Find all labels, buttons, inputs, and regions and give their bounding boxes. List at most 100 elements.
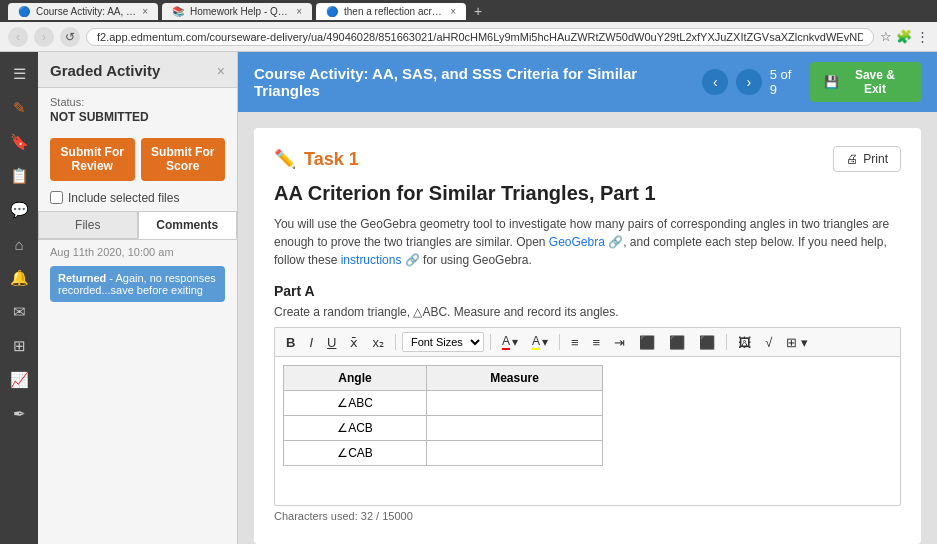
table-button[interactable]: ⊞ ▾ (781, 333, 813, 352)
task-header: ✏️ Task 1 🖨 Print (274, 146, 901, 172)
comment-date: Aug 11th 2020, 10:00 am (38, 240, 237, 262)
new-tab-button[interactable]: + (474, 3, 482, 19)
save-icon: 💾 (824, 75, 839, 89)
underline-button[interactable]: U (322, 333, 341, 352)
panel-tabs: Files Comments (38, 211, 237, 240)
geogebra-link[interactable]: GeoGebra 🔗 (549, 235, 623, 249)
print-button[interactable]: 🖨 Print (833, 146, 901, 172)
message-icon[interactable]: ✉ (3, 296, 35, 328)
formula-button[interactable]: √ (760, 333, 777, 352)
graded-panel-close-button[interactable]: × (217, 63, 225, 79)
comment-box: Returned - Again, no responses recorded.… (50, 266, 225, 302)
graded-panel: Graded Activity × Status: NOT SUBMITTED … (38, 52, 238, 544)
task-label: ✏️ Task 1 (274, 148, 359, 170)
tab-close-1[interactable]: × (142, 6, 148, 17)
angle-abc: ∠ABC (284, 391, 427, 416)
part-a-title: Part A (274, 283, 901, 299)
indent-button-1[interactable]: ⇥ (609, 333, 630, 352)
address-bar[interactable] (86, 28, 874, 46)
part-a-description: Create a random triangle, △ABC. Measure … (274, 305, 901, 319)
browser-bar: ‹ › ↺ ☆ 🧩 ⋮ (0, 22, 937, 52)
font-color-button[interactable]: A ▾ (497, 332, 523, 352)
table-row: ∠ABC (284, 391, 603, 416)
table-row: ∠ACB (284, 416, 603, 441)
angle-acb: ∠ACB (284, 416, 427, 441)
tab-close-2[interactable]: × (296, 6, 302, 17)
pencil-icon: ✏️ (274, 148, 296, 170)
bookmark-star-icon[interactable]: ☆ (880, 29, 892, 44)
char-count: Characters used: 32 / 15000 (274, 506, 901, 526)
angle-table: Angle Measure ∠ABC ∠ACB (283, 365, 603, 466)
back-button[interactable]: ‹ (8, 27, 28, 47)
measure-acb[interactable] (427, 416, 603, 441)
include-files-checkbox[interactable] (50, 191, 63, 204)
tab-course-activity[interactable]: 🔵 Course Activity: AA, SAS, and SS... × (8, 3, 158, 20)
next-page-button[interactable]: › (736, 69, 762, 95)
bookmark-icon[interactable]: 🔖 (3, 126, 35, 158)
list-button-1[interactable]: ≡ (566, 333, 584, 352)
angle-cab: ∠CAB (284, 441, 427, 466)
separator-4 (726, 334, 727, 350)
edit-icon[interactable]: ✎ (3, 92, 35, 124)
submit-for-review-button[interactable]: Submit For Review (50, 138, 135, 181)
instructions-link[interactable]: instructions 🔗 (341, 253, 420, 267)
prev-page-button[interactable]: ‹ (702, 69, 728, 95)
separator-2 (490, 334, 491, 350)
tab-reflection[interactable]: 🔵 then a reflection across the x ax... × (316, 3, 466, 20)
align-right-button[interactable]: ⬛ (694, 333, 720, 352)
content-body: ✏️ Task 1 🖨 Print AA Criterion for Simil… (238, 112, 937, 544)
nav-controls: ‹ › 5 of 9 💾 Save & Exit (702, 62, 921, 102)
save-exit-button[interactable]: 💾 Save & Exit (810, 62, 921, 102)
home-icon[interactable]: ⌂ (3, 228, 35, 260)
align-center-button[interactable]: ⬛ (664, 333, 690, 352)
activity-title: AA Criterion for Similar Triangles, Part… (274, 182, 901, 205)
extensions-icon[interactable]: 🧩 (896, 29, 912, 44)
returned-label: Returned (58, 272, 106, 284)
angle-column-header: Angle (284, 366, 427, 391)
table-row: ∠CAB (284, 441, 603, 466)
content-header: Course Activity: AA, SAS, and SSS Criter… (238, 52, 937, 112)
notification-icon[interactable]: 🔔 (3, 262, 35, 294)
browser-chrome: 🔵 Course Activity: AA, SAS, and SS... × … (0, 0, 937, 22)
graded-panel-header: Graded Activity × (38, 52, 237, 88)
submit-for-score-button[interactable]: Submit For Score (141, 138, 226, 181)
image-button[interactable]: 🖼 (733, 333, 756, 352)
editor-area[interactable]: Angle Measure ∠ABC ∠ACB (274, 356, 901, 506)
strikethrough-button[interactable]: x̄ (345, 333, 363, 352)
graded-panel-title: Graded Activity (50, 62, 160, 79)
menu-icon[interactable]: ⋮ (916, 29, 929, 44)
activity-icon[interactable]: 📋 (3, 160, 35, 192)
editor-toolbar: B I U x̄ x₂ Font Sizes 81012141824 A ▾ (274, 327, 901, 356)
tab-close-3[interactable]: × (450, 6, 456, 17)
separator-3 (559, 334, 560, 350)
pen-icon[interactable]: ✒ (3, 398, 35, 430)
include-files-row: Include selected files (38, 187, 237, 211)
calculator-icon[interactable]: ⊞ (3, 330, 35, 362)
submit-buttons: Submit For Review Submit For Score (38, 132, 237, 187)
part-a-section: Part A Create a random triangle, △ABC. M… (274, 283, 901, 526)
chat-icon[interactable]: 💬 (3, 194, 35, 226)
separator-1 (395, 334, 396, 350)
tab-homework[interactable]: 📚 Homework Help - Q&A from Onl... × (162, 3, 312, 20)
status-value: NOT SUBMITTED (50, 110, 225, 124)
measure-abc[interactable] (427, 391, 603, 416)
reload-button[interactable]: ↺ (60, 27, 80, 47)
tab-files[interactable]: Files (38, 211, 138, 239)
subscript-button[interactable]: x₂ (367, 333, 389, 352)
italic-button[interactable]: I (304, 333, 318, 352)
bg-color-button[interactable]: A ▾ (527, 332, 553, 352)
bold-button[interactable]: B (281, 333, 300, 352)
activity-description: You will use the GeoGebra geometry tool … (274, 215, 901, 269)
forward-button[interactable]: › (34, 27, 54, 47)
save-exit-label: Save & Exit (843, 68, 907, 96)
align-left-button[interactable]: ⬛ (634, 333, 660, 352)
tab-comments[interactable]: Comments (138, 211, 238, 239)
menu-icon[interactable]: ☰ (3, 58, 35, 90)
include-files-label: Include selected files (68, 191, 179, 205)
measure-cab[interactable] (427, 441, 603, 466)
chart-icon[interactable]: 📈 (3, 364, 35, 396)
status-section: Status: NOT SUBMITTED (38, 88, 237, 132)
list-button-2[interactable]: ≡ (588, 333, 606, 352)
font-size-select[interactable]: Font Sizes 81012141824 (402, 332, 484, 352)
main-content: Course Activity: AA, SAS, and SSS Criter… (238, 52, 937, 544)
